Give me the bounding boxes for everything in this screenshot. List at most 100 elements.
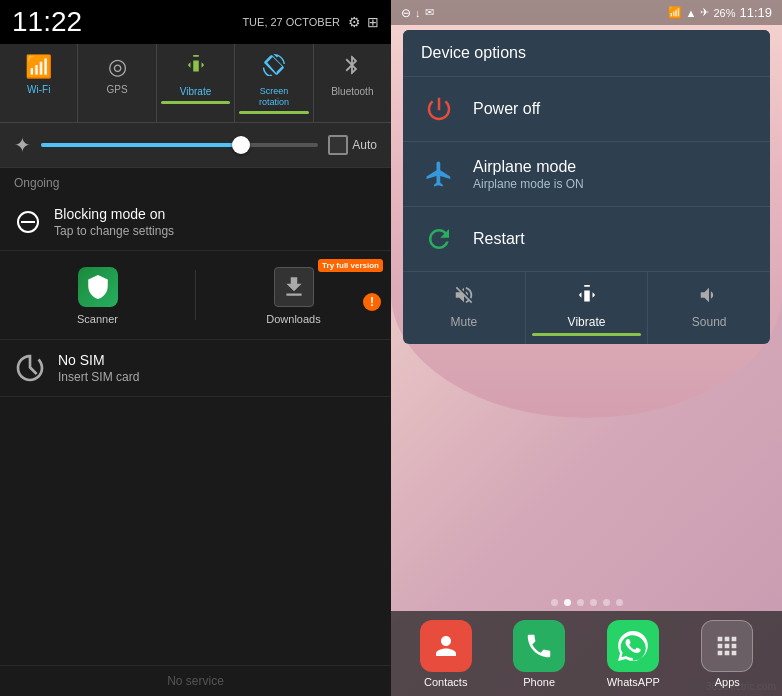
- no-sim-subtitle: Insert SIM card: [58, 370, 377, 384]
- phone-dock-item[interactable]: Phone: [513, 620, 565, 688]
- scanner-label: Scanner: [77, 313, 118, 325]
- toggle-wifi[interactable]: 📶 Wi-Fi: [0, 44, 78, 122]
- auto-label: Auto: [352, 138, 377, 152]
- no-sim-text: No SIM Insert SIM card: [58, 352, 377, 384]
- right-status-icons-left: ⊖ ↓ ✉: [401, 6, 434, 20]
- battery-text: 26%: [713, 7, 735, 19]
- status-right: TUE, 27 OCTOBER ⚙ ⊞: [242, 14, 379, 30]
- restart-icon: [421, 221, 457, 257]
- downloads-alert-badge: !: [363, 293, 381, 311]
- vibrate-mode-icon: [576, 284, 598, 311]
- scanner-icon: [78, 267, 118, 307]
- settings-icon[interactable]: ⚙: [348, 14, 361, 30]
- brightness-slider[interactable]: [41, 143, 318, 147]
- device-options-modal: Device options Power off Airplane mode A…: [403, 30, 770, 344]
- phone-icon: [513, 620, 565, 672]
- airplane-mode-subtitle: Airplane mode is ON: [473, 177, 752, 191]
- right-time-display: 11:19: [739, 5, 772, 20]
- right-panel: ✦ ★ ✦ ⊖ ↓ ✉ 📶 ▲ ✈ 26% 11:19 Device optio…: [391, 0, 782, 696]
- apps-icon: [701, 620, 753, 672]
- restart-text: Restart: [473, 230, 752, 248]
- downloads-icon-wrapper: [272, 265, 316, 309]
- whatsapp-icon: [607, 620, 659, 672]
- auto-checkbox[interactable]: [328, 135, 348, 155]
- dot-1[interactable]: [564, 599, 571, 606]
- brightness-row: ✦ Auto: [0, 123, 391, 168]
- mute-icon: [453, 284, 475, 311]
- time-display: 11:22: [12, 6, 82, 38]
- contacts-dock-item[interactable]: Contacts: [420, 620, 472, 688]
- no-sim-notification[interactable]: No SIM Insert SIM card: [0, 340, 391, 397]
- dot-5[interactable]: [616, 599, 623, 606]
- bluetooth-icon: [341, 54, 363, 82]
- wifi-status-icon: ▲: [686, 7, 697, 19]
- power-off-option[interactable]: Power off: [403, 76, 770, 141]
- phone-label: Phone: [523, 676, 555, 688]
- sound-modes-row: Mute Vibrate Sound: [403, 271, 770, 344]
- brightness-icon: ✦: [14, 133, 31, 157]
- service-status: No service: [167, 674, 224, 688]
- dot-2[interactable]: [577, 599, 584, 606]
- whatsapp-label: WhatsAPP: [607, 676, 660, 688]
- airplane-mode-option[interactable]: Airplane mode Airplane mode is ON: [403, 141, 770, 206]
- gps-label: GPS: [107, 84, 128, 96]
- rotation-icon: [263, 54, 285, 82]
- apps-dock-item[interactable]: Apps: [701, 620, 753, 688]
- mute-mode-button[interactable]: Mute: [403, 272, 526, 344]
- app-row: Scanner Try full version Downloads !: [0, 251, 391, 340]
- vibrate-mode-label: Vibrate: [568, 315, 606, 329]
- bluetooth-label: Bluetooth: [331, 86, 373, 98]
- status-icons: ⚙ ⊞: [348, 14, 379, 30]
- dot-3[interactable]: [590, 599, 597, 606]
- vibrate-label: Vibrate: [180, 86, 212, 98]
- vibrate-mode-button[interactable]: Vibrate: [526, 272, 649, 344]
- no-sim-title: No SIM: [58, 352, 377, 368]
- mail-icon: ✉: [425, 6, 434, 19]
- right-dock: Contacts Phone WhatsAPP: [391, 611, 782, 696]
- downloads-icon: [274, 267, 314, 307]
- whatsapp-dock-item[interactable]: WhatsAPP: [607, 620, 660, 688]
- downloads-app-item[interactable]: Try full version Downloads !: [196, 257, 391, 333]
- restart-label: Restart: [473, 230, 752, 248]
- status-bar-right: ⊖ ↓ ✉ 📶 ▲ ✈ 26% 11:19: [391, 0, 782, 25]
- grid-icon[interactable]: ⊞: [367, 14, 379, 30]
- scanner-app-item[interactable]: Scanner: [0, 257, 195, 333]
- dot-0[interactable]: [551, 599, 558, 606]
- blocking-mode-title: Blocking mode on: [54, 206, 377, 222]
- toggle-gps[interactable]: ◎ GPS: [78, 44, 156, 122]
- mute-label: Mute: [450, 315, 477, 329]
- downloads-label: Downloads: [266, 313, 320, 325]
- blocking-mode-notification[interactable]: Blocking mode on Tap to change settings: [0, 194, 391, 251]
- bottom-service-bar: No service: [0, 665, 391, 696]
- right-status-icons-right: 📶 ▲ ✈ 26% 11:19: [668, 5, 772, 20]
- toggle-screen-rotation[interactable]: Screen rotation: [235, 44, 313, 122]
- power-off-text: Power off: [473, 100, 752, 118]
- signal-icon: 📶: [668, 6, 682, 19]
- dot-4[interactable]: [603, 599, 610, 606]
- wifi-label: Wi-Fi: [27, 84, 50, 96]
- minus-icon: ⊖: [401, 6, 411, 20]
- airplane-mode-text: Airplane mode Airplane mode is ON: [473, 158, 752, 191]
- screen-rotation-label: Screen rotation: [259, 86, 289, 108]
- toggle-vibrate[interactable]: Vibrate: [157, 44, 235, 122]
- vibrate-icon: [185, 54, 207, 82]
- auto-brightness-toggle[interactable]: Auto: [328, 135, 377, 155]
- brightness-fill: [41, 143, 241, 147]
- sound-mode-button[interactable]: Sound: [648, 272, 770, 344]
- airplane-mode-icon: [421, 156, 457, 192]
- toggle-bluetooth[interactable]: Bluetooth: [314, 44, 391, 122]
- sound-label: Sound: [692, 315, 727, 329]
- scanner-icon-wrapper: [76, 265, 120, 309]
- blocking-mode-icon: [14, 208, 42, 236]
- restart-option[interactable]: Restart: [403, 206, 770, 271]
- vibrate-active-indicator: [532, 333, 642, 336]
- power-off-icon: [421, 91, 457, 127]
- date-display: TUE, 27 OCTOBER: [242, 16, 340, 28]
- brightness-thumb[interactable]: [232, 136, 250, 154]
- power-off-label: Power off: [473, 100, 752, 118]
- try-full-badge: Try full version: [318, 259, 383, 272]
- blocking-mode-subtitle: Tap to change settings: [54, 224, 377, 238]
- page-dots: [391, 599, 782, 606]
- quick-toggles-row: 📶 Wi-Fi ◎ GPS Vibrate Screen ro: [0, 44, 391, 123]
- device-options-title: Device options: [403, 30, 770, 76]
